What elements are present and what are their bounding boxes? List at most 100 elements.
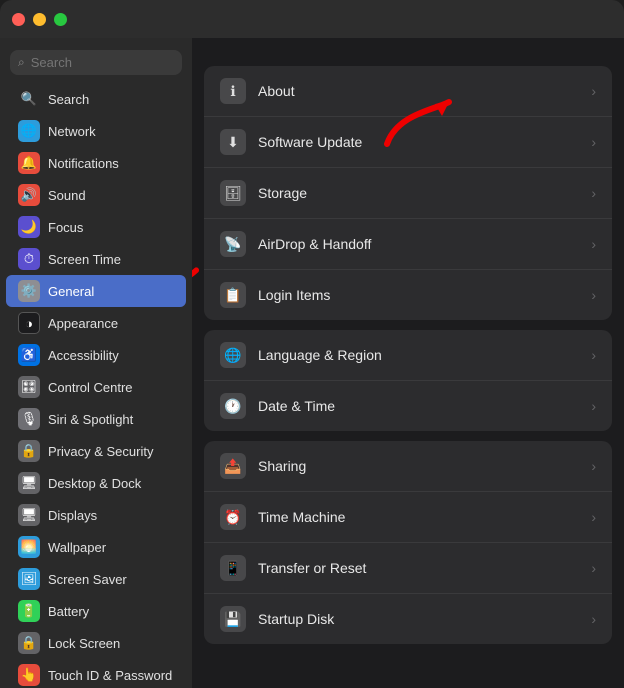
about-icon: ℹ (220, 78, 246, 104)
sharing-icon: 📤 (220, 453, 246, 479)
row-timemachine[interactable]: ⏰ Time Machine › (204, 492, 612, 543)
sidebar-label-notifications: Notifications (48, 156, 119, 171)
titlebar (0, 0, 624, 38)
softwareupdate-icon: ⬇ (220, 129, 246, 155)
sidebar-label-wallpaper: Wallpaper (48, 540, 106, 555)
sidebar-item-accessibility[interactable]: ♿Accessibility (6, 339, 186, 371)
sidebar-label-privacy: Privacy & Security (48, 444, 153, 459)
sidebar-item-displays[interactable]: 🖥Displays (6, 499, 186, 531)
softwareupdate-chevron: › (591, 134, 596, 150)
search-icon: ⌕ (18, 55, 25, 70)
touchid-icon: 👆 (18, 664, 40, 686)
sidebar-item-privacy[interactable]: 🔒 Privacy & Security (6, 435, 186, 467)
startupdisk-chevron: › (591, 611, 596, 627)
timemachine-label: Time Machine (258, 509, 579, 525)
sidebar-item-lockscreen[interactable]: 🔒 Lock Screen (6, 627, 186, 659)
sidebar-item-siri[interactable]: 🎙 Siri & Spotlight (6, 403, 186, 435)
row-datetime[interactable]: 🕐Date & Time› (204, 381, 612, 431)
sidebar-item-general[interactable]: ⚙️ General (6, 275, 186, 307)
section-section1: ℹ About › ⬇ Software Update › 🗄 Storage › 📡 AirDro… (204, 66, 612, 320)
sidebar-item-network[interactable]: 🌐 Network (6, 115, 186, 147)
sidebar-item-focus[interactable]: 🌙 Focus (6, 211, 186, 243)
sidebar-label-accessibility: Accessibility (48, 348, 119, 363)
search-icon: 🔍 (18, 88, 40, 110)
storage-chevron: › (591, 185, 596, 201)
section-section2: 🌐Language & Region›🕐Date & Time› (204, 330, 612, 431)
sidebar-item-wallpaper[interactable]: 🌅Wallpaper (6, 531, 186, 563)
general-icon: ⚙️ (18, 280, 40, 302)
desktop-icon: 🖥 (18, 472, 40, 494)
sidebar-label-screentime: Screen Time (48, 252, 121, 267)
timemachine-chevron: › (591, 509, 596, 525)
sound-icon: 🔊 (18, 184, 40, 206)
maximize-button[interactable] (54, 13, 67, 26)
sidebar-item-sound[interactable]: 🔊Sound (6, 179, 186, 211)
sidebar-label-touchid: Touch ID & Password (48, 668, 172, 683)
minimize-button[interactable] (33, 13, 46, 26)
row-loginitems[interactable]: 📋Login Items› (204, 270, 612, 320)
sidebar-item-appearance[interactable]: ◑ Appearance (6, 307, 186, 339)
timemachine-icon: ⏰ (220, 504, 246, 530)
sidebar-label-focus: Focus (48, 220, 83, 235)
sidebar-item-desktop[interactable]: 🖥Desktop & Dock (6, 467, 186, 499)
sidebar-item-notifications[interactable]: 🔔Notifications (6, 147, 186, 179)
sidebar-label-appearance: Appearance (48, 316, 118, 331)
sidebar-label-search: Search (48, 92, 89, 107)
sidebar-label-lockscreen: Lock Screen (48, 636, 120, 651)
row-about[interactable]: ℹAbout› (204, 66, 612, 117)
datetime-icon: 🕐 (220, 393, 246, 419)
airdrop-label: AirDrop & Handoff (258, 236, 579, 252)
softwareupdate-label: Software Update (258, 134, 579, 150)
transfer-chevron: › (591, 560, 596, 576)
sidebar-label-controlcentre: Control Centre (48, 380, 133, 395)
airdrop-chevron: › (591, 236, 596, 252)
controlcentre-icon: 🎛 (18, 376, 40, 398)
privacy-icon: 🔒 (18, 440, 40, 462)
page-title (192, 38, 624, 66)
row-language[interactable]: 🌐Language & Region› (204, 330, 612, 381)
appearance-icon: ◑ (18, 312, 40, 334)
sharing-label: Sharing (258, 458, 579, 474)
loginitems-label: Login Items (258, 287, 579, 303)
sharing-chevron: › (591, 458, 596, 474)
loginitems-chevron: › (591, 287, 596, 303)
sidebar-label-battery: Battery (48, 604, 89, 619)
sidebar-label-network: Network (48, 124, 96, 139)
startupdisk-icon: 💾 (220, 606, 246, 632)
sidebar: ⌕ 🔍 Search 🌐 Network 🔔Notifications🔊Sound 🌙 Fo… (0, 38, 192, 688)
search-bar[interactable]: ⌕ (10, 50, 182, 75)
sidebar-item-touchid[interactable]: 👆 Touch ID & Password (6, 659, 186, 688)
sidebar-label-screensaver: Screen Saver (48, 572, 127, 587)
airdrop-icon: 📡 (220, 231, 246, 257)
row-transfer[interactable]: 📱Transfer or Reset› (204, 543, 612, 594)
language-icon: 🌐 (220, 342, 246, 368)
close-button[interactable] (12, 13, 25, 26)
main-layout: ⌕ 🔍 Search 🌐 Network 🔔Notifications🔊Sound 🌙 Fo… (0, 38, 624, 688)
sidebar-item-screentime[interactable]: ⏱Screen Time (6, 243, 186, 275)
sidebar-item-search[interactable]: 🔍 Search (6, 83, 186, 115)
transfer-icon: 📱 (220, 555, 246, 581)
content-area: ℹ About › ⬇ Software Update › 🗄 Storage › 📡 AirDro… (192, 38, 624, 688)
sidebar-label-general: General (48, 284, 94, 299)
language-label: Language & Region (258, 347, 579, 363)
row-sharing[interactable]: 📤 Sharing › (204, 441, 612, 492)
storage-label: Storage (258, 185, 579, 201)
displays-icon: 🖥 (18, 504, 40, 526)
datetime-label: Date & Time (258, 398, 579, 414)
search-input[interactable] (31, 55, 174, 70)
sidebar-item-controlcentre[interactable]: 🎛 Control Centre (6, 371, 186, 403)
lockscreen-icon: 🔒 (18, 632, 40, 654)
storage-icon: 🗄 (220, 180, 246, 206)
battery-icon: 🔋 (18, 600, 40, 622)
row-startupdisk[interactable]: 💾Startup Disk› (204, 594, 612, 644)
network-icon: 🌐 (18, 120, 40, 142)
about-label: About (258, 83, 579, 99)
row-airdrop[interactable]: 📡 AirDrop & Handoff › (204, 219, 612, 270)
sidebar-item-battery[interactable]: 🔋 Battery (6, 595, 186, 627)
row-softwareupdate[interactable]: ⬇ Software Update › (204, 117, 612, 168)
focus-icon: 🌙 (18, 216, 40, 238)
sidebar-label-siri: Siri & Spotlight (48, 412, 133, 427)
sidebar-item-screensaver[interactable]: 🖼Screen Saver (6, 563, 186, 595)
row-storage[interactable]: 🗄 Storage › (204, 168, 612, 219)
siri-icon: 🎙 (18, 408, 40, 430)
